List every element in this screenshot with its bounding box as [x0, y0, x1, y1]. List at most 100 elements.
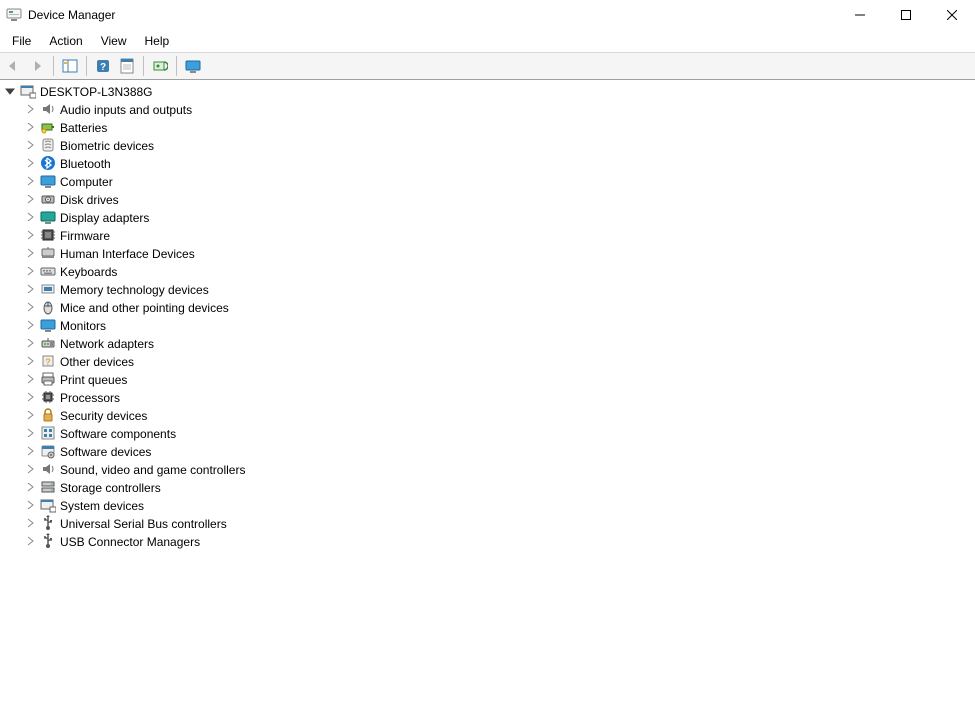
expand-icon[interactable] — [22, 353, 38, 369]
bluetooth-icon — [40, 155, 56, 171]
tree-category[interactable]: Software components — [0, 424, 975, 442]
expand-icon[interactable] — [22, 119, 38, 135]
window-controls — [837, 0, 975, 30]
tree-category[interactable]: Human Interface Devices — [0, 244, 975, 262]
toolbar: ? — [0, 52, 975, 80]
arrow-right-icon — [29, 58, 45, 74]
forward-button[interactable] — [26, 55, 48, 77]
expand-icon[interactable] — [22, 101, 38, 117]
expand-icon[interactable] — [22, 407, 38, 423]
expand-icon[interactable] — [22, 137, 38, 153]
expand-icon[interactable] — [22, 245, 38, 261]
toolbar-separator — [176, 56, 177, 76]
sound-icon — [40, 461, 56, 477]
tree-category[interactable]: Firmware — [0, 226, 975, 244]
tree-category[interactable]: Bluetooth — [0, 154, 975, 172]
monitor-icon — [40, 317, 56, 333]
expand-icon[interactable] — [22, 317, 38, 333]
computer-root-icon — [20, 83, 36, 99]
softdev-icon — [40, 443, 56, 459]
expand-icon[interactable] — [22, 209, 38, 225]
scan-hardware-button[interactable] — [149, 55, 171, 77]
devices-view-button[interactable] — [182, 55, 204, 77]
device-tree[interactable]: DESKTOP-L3N388G Audio inputs and outputs… — [0, 80, 975, 707]
menu-bar: File Action View Help — [0, 30, 975, 52]
show-hidden-button[interactable] — [59, 55, 81, 77]
minimize-button[interactable] — [837, 0, 883, 30]
expand-icon[interactable] — [22, 425, 38, 441]
audio-icon — [40, 101, 56, 117]
tree-category[interactable]: Disk drives — [0, 190, 975, 208]
expand-icon[interactable] — [22, 479, 38, 495]
help-icon: ? — [95, 58, 111, 74]
tree-category[interactable]: Sound, video and game controllers — [0, 460, 975, 478]
expand-icon[interactable] — [22, 515, 38, 531]
tree-category[interactable]: Computer — [0, 172, 975, 190]
properties-icon — [119, 58, 135, 74]
tree-category[interactable]: Network adapters — [0, 334, 975, 352]
expand-icon[interactable] — [22, 155, 38, 171]
tree-category[interactable]: Processors — [0, 388, 975, 406]
tree-category[interactable]: Software devices — [0, 442, 975, 460]
help-button[interactable]: ? — [92, 55, 114, 77]
window-title: Device Manager — [28, 8, 837, 22]
tree-category[interactable]: Monitors — [0, 316, 975, 334]
tree-category[interactable]: System devices — [0, 496, 975, 514]
menu-view[interactable]: View — [93, 32, 135, 50]
tree-category[interactable]: Print queues — [0, 370, 975, 388]
tree-category[interactable]: Memory technology devices — [0, 280, 975, 298]
back-button[interactable] — [2, 55, 24, 77]
expand-icon[interactable] — [22, 227, 38, 243]
tree-category[interactable]: Biometric devices — [0, 136, 975, 154]
tree-root[interactable]: DESKTOP-L3N388G — [0, 82, 975, 100]
tree-category[interactable]: USB Connector Managers — [0, 532, 975, 550]
toolbar-separator — [86, 56, 87, 76]
menu-action[interactable]: Action — [41, 32, 90, 50]
properties-button[interactable] — [116, 55, 138, 77]
expand-icon[interactable] — [22, 173, 38, 189]
tree-category-label: Firmware — [60, 228, 110, 243]
disk-icon — [40, 191, 56, 207]
expand-icon[interactable] — [22, 389, 38, 405]
tree-category-label: Batteries — [60, 120, 107, 135]
tree-category-label: Disk drives — [60, 192, 119, 207]
tree-category[interactable]: ?Other devices — [0, 352, 975, 370]
tree-category-label: Bluetooth — [60, 156, 111, 171]
tree-category-label: Processors — [60, 390, 120, 405]
tree-category[interactable]: Universal Serial Bus controllers — [0, 514, 975, 532]
usb-icon — [40, 515, 56, 531]
close-button[interactable] — [929, 0, 975, 30]
tree-root-label: DESKTOP-L3N388G — [40, 84, 153, 99]
tree-category[interactable]: Mice and other pointing devices — [0, 298, 975, 316]
tree-category[interactable]: Batteries — [0, 118, 975, 136]
maximize-button[interactable] — [883, 0, 929, 30]
tree-category[interactable]: Security devices — [0, 406, 975, 424]
tree-category[interactable]: Display adapters — [0, 208, 975, 226]
hid-icon — [40, 245, 56, 261]
collapse-icon[interactable] — [2, 83, 18, 99]
menu-file[interactable]: File — [4, 32, 39, 50]
keyboard-icon — [40, 263, 56, 279]
softcomp-icon — [40, 425, 56, 441]
tree-category[interactable]: Keyboards — [0, 262, 975, 280]
tree-category-label: Universal Serial Bus controllers — [60, 516, 227, 531]
tree-category-label: Keyboards — [60, 264, 117, 279]
tree-category-label: Display adapters — [60, 210, 149, 225]
expand-icon[interactable] — [22, 461, 38, 477]
other-icon: ? — [40, 353, 56, 369]
expand-icon[interactable] — [22, 263, 38, 279]
tree-category-label: Mice and other pointing devices — [60, 300, 229, 315]
expand-icon[interactable] — [22, 443, 38, 459]
tree-category[interactable]: Storage controllers — [0, 478, 975, 496]
expand-icon[interactable] — [22, 191, 38, 207]
expand-icon[interactable] — [22, 281, 38, 297]
menu-help[interactable]: Help — [137, 32, 178, 50]
expand-icon[interactable] — [22, 335, 38, 351]
expand-icon[interactable] — [22, 497, 38, 513]
tree-category[interactable]: Audio inputs and outputs — [0, 100, 975, 118]
tree-category-label: Network adapters — [60, 336, 154, 351]
expand-icon[interactable] — [22, 533, 38, 549]
network-icon — [40, 335, 56, 351]
expand-icon[interactable] — [22, 299, 38, 315]
expand-icon[interactable] — [22, 371, 38, 387]
